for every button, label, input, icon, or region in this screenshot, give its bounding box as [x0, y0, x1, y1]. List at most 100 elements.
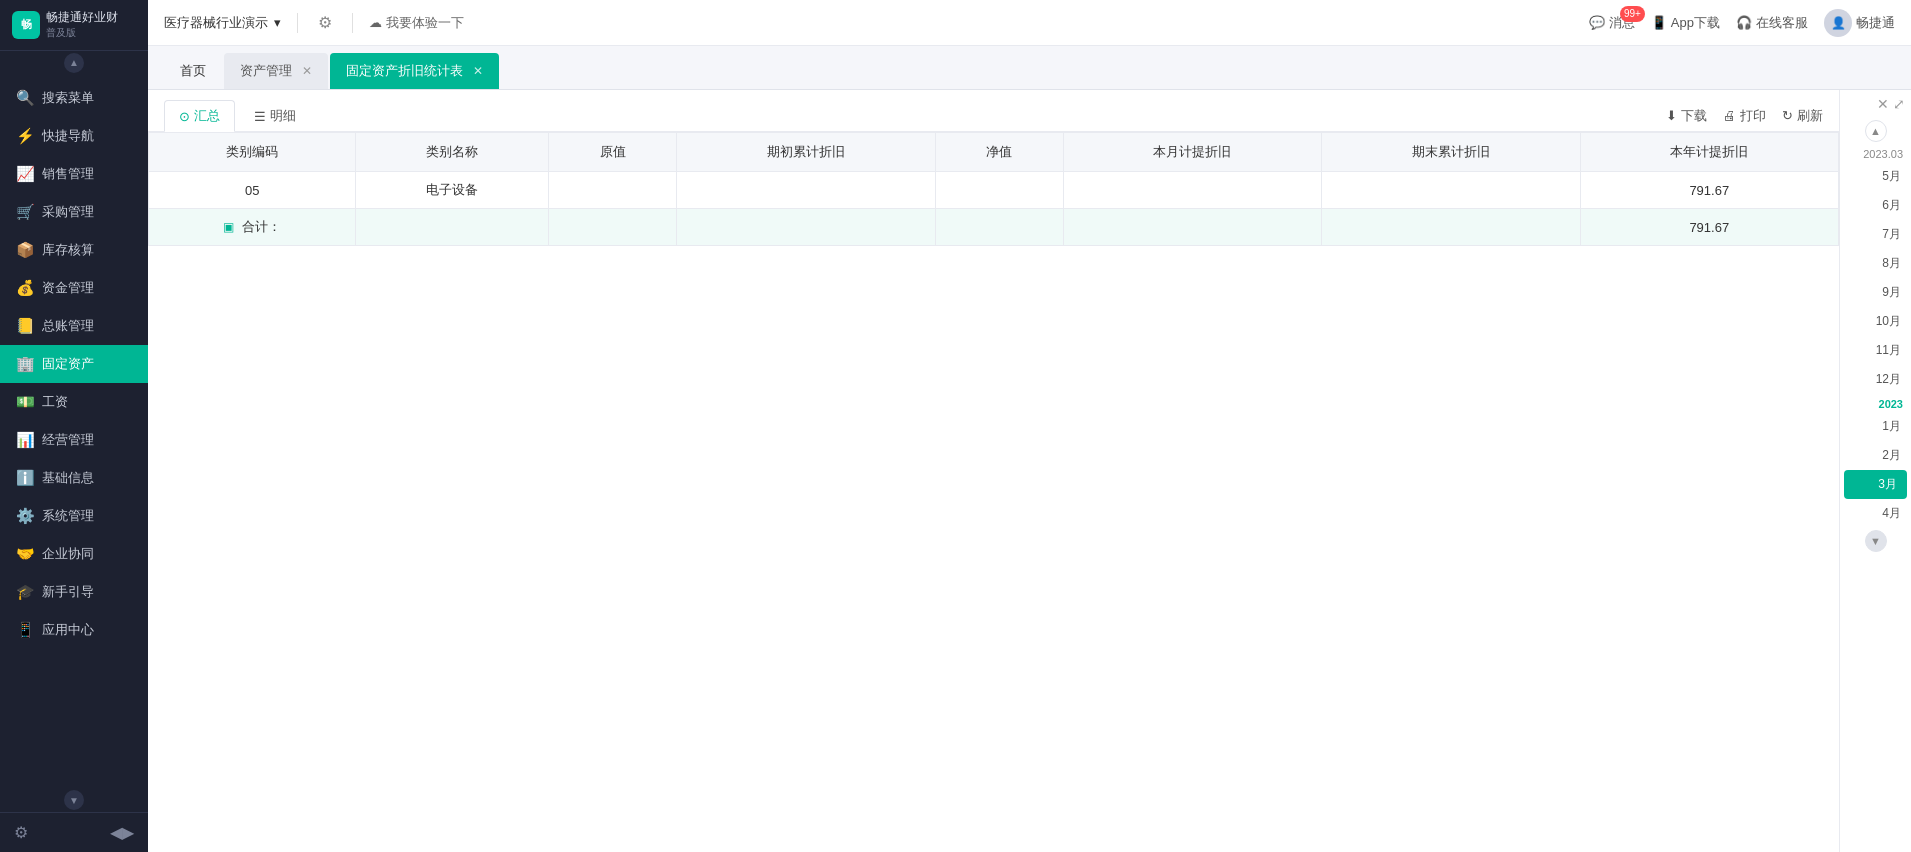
- total-end-acc: [1322, 209, 1580, 246]
- system-icon: ⚙️: [16, 507, 34, 525]
- sidebar-item-search[interactable]: 🔍 搜索菜单: [0, 79, 148, 117]
- sidebar-item-finance[interactable]: 💰 资金管理: [0, 269, 148, 307]
- sidebar-item-app-center[interactable]: 📱 应用中心: [0, 611, 148, 649]
- table-row[interactable]: 05 电子设备 791.67: [149, 172, 1839, 209]
- avatar: 👤: [1824, 9, 1852, 37]
- month-item-7[interactable]: 7月: [1840, 220, 1911, 249]
- col-initial-acc: 期初累计折旧: [677, 133, 935, 172]
- total-label-cell: ▣ 合计：: [149, 209, 356, 246]
- detail-lines-icon: ☰: [254, 109, 266, 124]
- subtab-summary-label: 汇总: [194, 107, 220, 125]
- month-item-11[interactable]: 11月: [1840, 336, 1911, 365]
- app-version: 普及版: [46, 26, 118, 40]
- cell-net: [935, 172, 1063, 209]
- company-selector[interactable]: 医疗器械行业演示 ▾: [164, 14, 281, 32]
- refresh-action-label: 刷新: [1797, 107, 1823, 125]
- refresh-icon: ↻: [1782, 108, 1793, 123]
- sidebar-item-label: 应用中心: [42, 621, 94, 639]
- month-item-12[interactable]: 12月: [1840, 365, 1911, 394]
- subtab-detail[interactable]: ☰ 明细: [239, 100, 311, 131]
- month-item-9[interactable]: 9月: [1840, 278, 1911, 307]
- nav-down-btn[interactable]: ▼: [1865, 530, 1887, 552]
- company-name: 医疗器械行业演示: [164, 14, 268, 32]
- cell-code: 05: [149, 172, 356, 209]
- month-list: ▲ 2023.03 5月 6月 7月 8月 9月 10月 11月 12月 202…: [1840, 118, 1911, 852]
- expand-panel-icon[interactable]: ⤢: [1893, 96, 1905, 112]
- col-original: 原值: [549, 133, 677, 172]
- content-main: ⊙ 汇总 ☰ 明细 ⬇ 下载 🖨 打印: [148, 90, 1839, 852]
- guide-icon: 🎓: [16, 583, 34, 601]
- tab-home[interactable]: 首页: [164, 53, 222, 89]
- month-item-1[interactable]: 1月: [1840, 412, 1911, 441]
- download-action[interactable]: ⬇ 下载: [1666, 107, 1707, 125]
- scroll-down-btn[interactable]: ▼: [64, 790, 84, 810]
- message-badge: 99+: [1620, 6, 1645, 22]
- sidebar-item-cooperation[interactable]: 🤝 企业协同: [0, 535, 148, 573]
- ledger-icon: 📒: [16, 317, 34, 335]
- lightning-icon: ⚡: [16, 127, 34, 145]
- print-icon: 🖨: [1723, 108, 1736, 123]
- subtab-summary[interactable]: ⊙ 汇总: [164, 100, 235, 132]
- sidebar-item-sales[interactable]: 📈 销售管理: [0, 155, 148, 193]
- sidebar-item-label: 搜索菜单: [42, 89, 94, 107]
- user-btn[interactable]: 👤 畅捷通: [1824, 9, 1895, 37]
- sidebar-item-purchase[interactable]: 🛒 采购管理: [0, 193, 148, 231]
- sidebar-item-inventory[interactable]: 📦 库存核算: [0, 231, 148, 269]
- download-btn[interactable]: 📱 App下载: [1651, 14, 1720, 32]
- info-icon: ℹ️: [16, 469, 34, 487]
- sidebar-item-quick-nav[interactable]: ⚡ 快捷导航: [0, 117, 148, 155]
- service-icon: 🎧: [1736, 15, 1752, 30]
- close-panel-icon[interactable]: ✕: [1877, 96, 1889, 112]
- sidebar-item-guide[interactable]: 🎓 新手引导: [0, 573, 148, 611]
- download-action-icon: ⬇: [1666, 108, 1677, 123]
- download-label: App下载: [1671, 14, 1720, 32]
- total-initial-acc: [677, 209, 935, 246]
- month-item-6[interactable]: 6月: [1840, 191, 1911, 220]
- operations-icon: 📊: [16, 431, 34, 449]
- tab-close-active-icon[interactable]: ✕: [473, 64, 483, 78]
- month-item-10[interactable]: 10月: [1840, 307, 1911, 336]
- sidebar-item-label: 快捷导航: [42, 127, 94, 145]
- settings-bottom-icon[interactable]: ⚙: [14, 823, 28, 842]
- sidebar-item-payroll[interactable]: 💵 工资: [0, 383, 148, 421]
- month-item-3[interactable]: 3月: [1844, 470, 1907, 499]
- total-row: ▣ 合计： 791.67: [149, 209, 1839, 246]
- tab-close-icon[interactable]: ✕: [302, 64, 312, 78]
- sidebar-item-label: 基础信息: [42, 469, 94, 487]
- month-item-2[interactable]: 2月: [1840, 441, 1911, 470]
- scroll-up-btn[interactable]: ▲: [64, 53, 84, 73]
- sidebar-item-label: 采购管理: [42, 203, 94, 221]
- col-name: 类别名称: [356, 133, 549, 172]
- tab-home-label: 首页: [180, 62, 206, 80]
- service-btn[interactable]: 🎧 在线客服: [1736, 14, 1808, 32]
- gear-icon[interactable]: ⚙: [314, 9, 336, 36]
- download-icon: 📱: [1651, 15, 1667, 30]
- sidebar-item-label: 固定资产: [42, 355, 94, 373]
- nav-up-btn[interactable]: ▲: [1865, 120, 1887, 142]
- subtab-left: ⊙ 汇总 ☰ 明细: [164, 100, 311, 131]
- tab-depreciation[interactable]: 固定资产折旧统计表 ✕: [330, 53, 499, 89]
- tab-asset-mgmt[interactable]: 资产管理 ✕: [224, 53, 328, 89]
- sidebar-item-label: 库存核算: [42, 241, 94, 259]
- cell-monthly: [1063, 172, 1321, 209]
- sidebar-item-label: 企业协同: [42, 545, 94, 563]
- month-item-4[interactable]: 4月: [1840, 499, 1911, 528]
- sidebar-item-system[interactable]: ⚙️ 系统管理: [0, 497, 148, 535]
- message-btn[interactable]: 💬 消息 99+: [1589, 14, 1635, 32]
- month-item-8[interactable]: 8月: [1840, 249, 1911, 278]
- tab-asset-mgmt-label: 资产管理: [240, 62, 292, 80]
- print-action[interactable]: 🖨 打印: [1723, 107, 1766, 125]
- month-item-5[interactable]: 5月: [1840, 162, 1911, 191]
- collapse-icon[interactable]: ◀▶: [110, 823, 134, 842]
- experience-btn[interactable]: ☁ 我要体验一下: [369, 14, 464, 32]
- refresh-action[interactable]: ↻ 刷新: [1782, 107, 1823, 125]
- sidebar-item-operations[interactable]: 📊 经营管理: [0, 421, 148, 459]
- sidebar-item-fixed-assets[interactable]: 🏢 固定资产: [0, 345, 148, 383]
- cell-initial-acc: [677, 172, 935, 209]
- col-net: 净值: [935, 133, 1063, 172]
- sidebar-item-basic-info[interactable]: ℹ️ 基础信息: [0, 459, 148, 497]
- total-col2: [356, 209, 549, 246]
- col-annual: 本年计提折旧: [1580, 133, 1838, 172]
- depreciation-table: 类别编码 类别名称 原值 期初累计折旧 净值 本月计提折旧 期末累计折旧 本年计…: [148, 132, 1839, 246]
- sidebar-item-ledger[interactable]: 📒 总账管理: [0, 307, 148, 345]
